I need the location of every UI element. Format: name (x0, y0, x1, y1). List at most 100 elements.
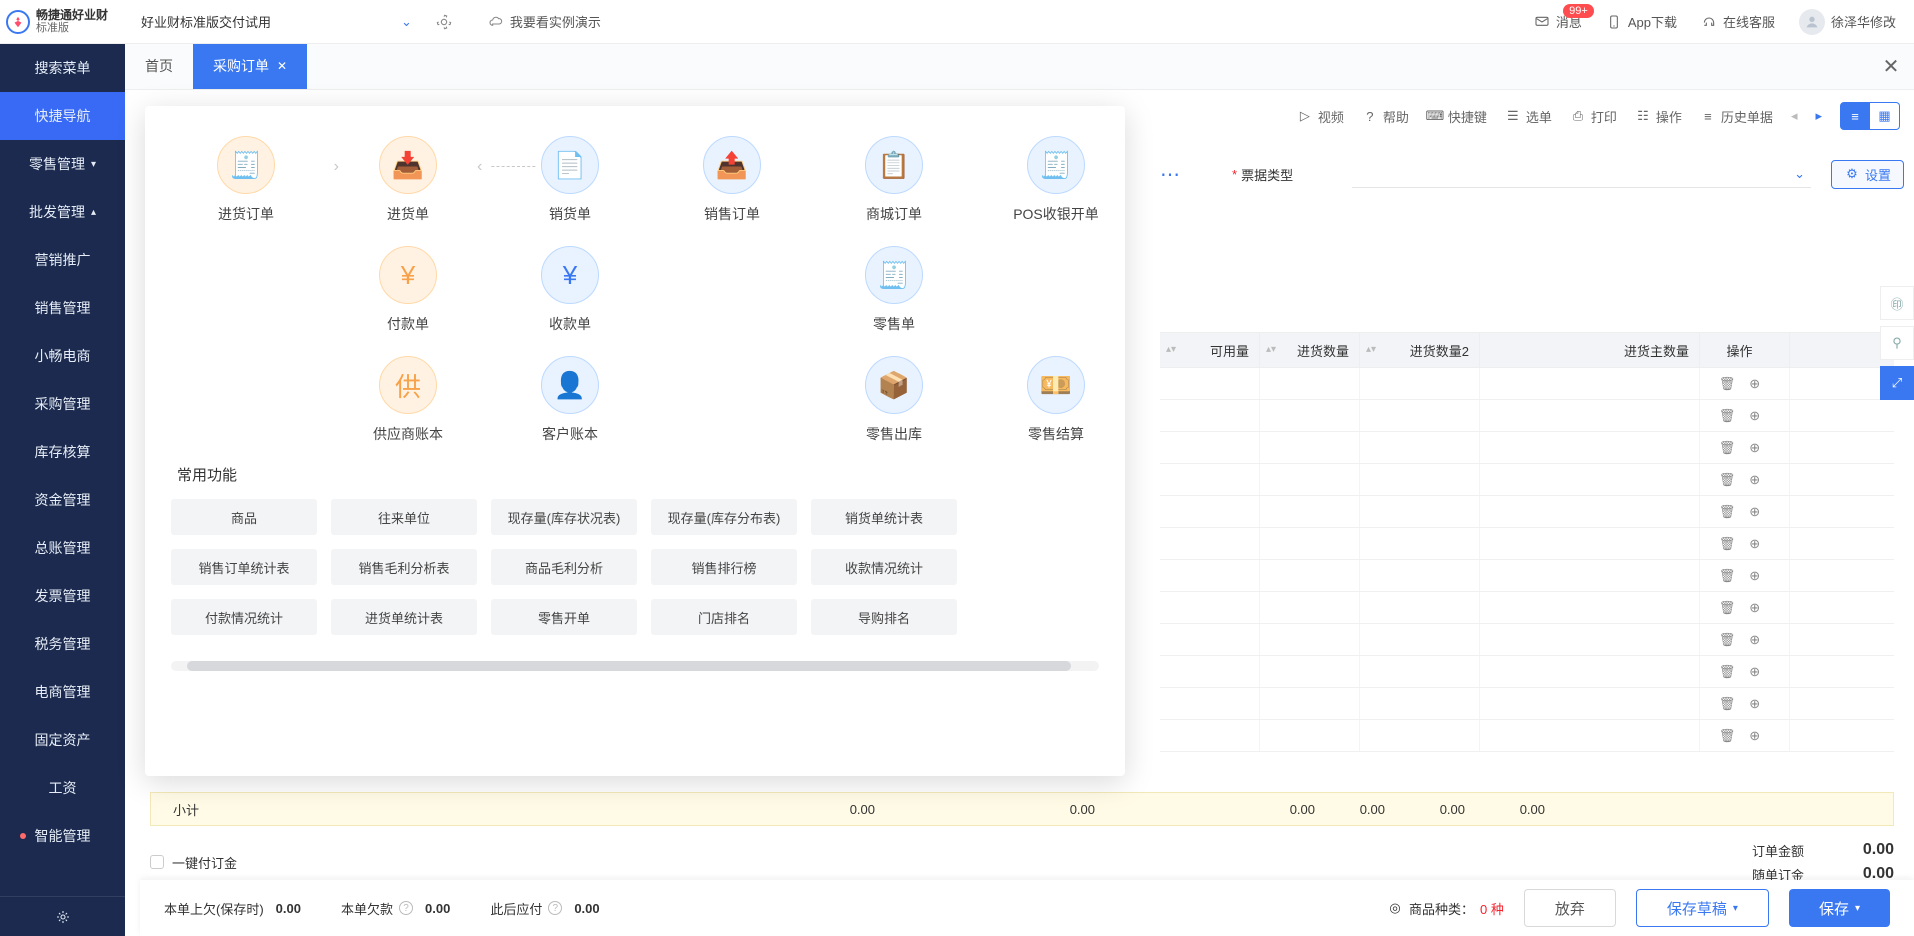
common-item[interactable]: 付款情况统计 (171, 599, 317, 635)
delete-row-icon[interactable]: 🗑 (1719, 664, 1736, 680)
help-icon[interactable]: ? (399, 901, 413, 915)
prev-doc-button[interactable]: ◂ (1791, 108, 1798, 124)
quicknav-scrollbar[interactable] (171, 661, 1099, 671)
tab-home[interactable]: 首页 (125, 43, 193, 89)
delete-row-icon[interactable]: 🗑 (1719, 504, 1736, 520)
flow-node-receipt[interactable]: ¥收款单 (495, 246, 645, 334)
sidebar-item-quicknav[interactable]: 快捷导航 (0, 92, 125, 140)
sidebar-item-tax[interactable]: 税务管理 (0, 620, 125, 668)
delete-row-icon[interactable]: 🗑 (1719, 632, 1736, 648)
dock-attach-button[interactable]: ⚲ (1880, 326, 1914, 360)
flow-node-payment[interactable]: ¥付款单 (333, 246, 483, 334)
table-row[interactable]: 🗑⊕ (1160, 624, 1894, 656)
delete-row-icon[interactable]: 🗑 (1719, 536, 1736, 552)
add-row-icon[interactable]: ⊕ (1749, 440, 1760, 456)
more-fields-button[interactable]: ⋯ (1160, 162, 1182, 187)
tool-select[interactable]: ☰选单 (1505, 107, 1552, 126)
save-draft-button[interactable]: 保存草稿▾ (1636, 889, 1769, 927)
delete-row-icon[interactable]: 🗑 (1719, 408, 1736, 424)
flow-node-retail[interactable]: 🧾零售单 (819, 246, 969, 334)
common-item[interactable]: 往来单位 (331, 499, 477, 535)
common-item[interactable]: 进货单统计表 (331, 599, 477, 635)
view-list-button[interactable]: ≡ (1840, 102, 1870, 130)
tool-history[interactable]: ≡历史单据 (1700, 107, 1773, 126)
product-selector[interactable]: 好业财标准版交付试用 ⌄ (141, 12, 412, 31)
col-available[interactable]: ▴▾可用量 (1160, 333, 1260, 367)
view-grid-button[interactable]: ▦ (1870, 102, 1900, 130)
add-row-icon[interactable]: ⊕ (1749, 600, 1760, 616)
delete-row-icon[interactable]: 🗑 (1719, 728, 1736, 744)
sidebar-item-ecommerce[interactable]: 电商管理 (0, 668, 125, 716)
common-item[interactable]: 销售毛利分析表 (331, 549, 477, 585)
sidebar-item-funds[interactable]: 资金管理 (0, 476, 125, 524)
table-row[interactable]: 🗑⊕ (1160, 496, 1894, 528)
gear-icon[interactable] (436, 14, 452, 30)
sidebar-item-invoice[interactable]: 发票管理 (0, 572, 125, 620)
delete-row-icon[interactable]: 🗑 (1719, 440, 1736, 456)
add-row-icon[interactable]: ⊕ (1749, 376, 1760, 392)
flow-node-mall-order[interactable]: 📋商城订单 (819, 136, 969, 224)
tool-video[interactable]: ▷视频 (1297, 107, 1344, 126)
table-row[interactable]: 🗑⊕ (1160, 464, 1894, 496)
add-row-icon[interactable]: ⊕ (1749, 408, 1760, 424)
table-row[interactable]: 🗑⊕ (1160, 688, 1894, 720)
delete-row-icon[interactable]: 🗑 (1719, 696, 1736, 712)
close-icon[interactable]: ✕ (277, 59, 287, 73)
sidebar-item-marketing[interactable]: 营销推广 (0, 236, 125, 284)
table-row[interactable]: 🗑⊕ (1160, 432, 1894, 464)
messages-button[interactable]: 消息 99+ (1534, 12, 1582, 31)
add-row-icon[interactable]: ⊕ (1749, 696, 1760, 712)
sidebar-item-retail[interactable]: 零售管理▾ (0, 140, 125, 188)
close-page-button[interactable]: ✕ (1868, 43, 1914, 89)
tab-purchase-order[interactable]: 采购订单 ✕ (193, 43, 307, 89)
table-row[interactable]: 🗑⊕ (1160, 720, 1894, 752)
delete-row-icon[interactable]: 🗑 (1719, 376, 1736, 392)
table-row[interactable]: 🗑⊕ (1160, 656, 1894, 688)
common-item[interactable]: 销售订单统计表 (171, 549, 317, 585)
flow-node-purchase-bill[interactable]: 📥进货单 (333, 136, 483, 224)
help-icon[interactable]: ? (548, 901, 562, 915)
col-qty[interactable]: ▴▾进货数量 (1260, 333, 1360, 367)
flow-node-retail-out[interactable]: 📦零售出库 (819, 356, 969, 444)
sidebar-search[interactable]: 搜索菜单 (0, 44, 125, 92)
add-row-icon[interactable]: ⊕ (1749, 536, 1760, 552)
sidebar-item-smart[interactable]: 智能管理 (0, 812, 125, 860)
flow-node-pos[interactable]: 🧾POS收银开单 (981, 136, 1131, 224)
flow-node-customer-ledger[interactable]: 👤客户账本 (495, 356, 645, 444)
common-item[interactable]: 商品毛利分析 (491, 549, 637, 585)
add-row-icon[interactable]: ⊕ (1749, 504, 1760, 520)
tool-help[interactable]: ?帮助 (1362, 107, 1409, 126)
tool-ops[interactable]: ☷操作 (1635, 107, 1682, 126)
abandon-button[interactable]: 放弃 (1524, 889, 1616, 927)
delete-row-icon[interactable]: 🗑 (1719, 472, 1736, 488)
common-item[interactable]: 零售开单 (491, 599, 637, 635)
sidebar-item-wholesale[interactable]: 批发管理▴ (0, 188, 125, 236)
col-mainqty[interactable]: 进货主数量 (1480, 333, 1700, 367)
app-download-button[interactable]: App下载 (1606, 12, 1677, 31)
table-row[interactable]: 🗑⊕ (1160, 592, 1894, 624)
next-doc-button[interactable]: ▸ (1815, 108, 1822, 124)
common-item[interactable]: 现存量(库存分布表) (651, 499, 797, 535)
col-qty2[interactable]: ▴▾进货数量2 (1360, 333, 1480, 367)
sidebar-item-inventory[interactable]: 库存核算 (0, 428, 125, 476)
delete-row-icon[interactable]: 🗑 (1719, 568, 1736, 584)
add-row-icon[interactable]: ⊕ (1749, 568, 1760, 584)
tool-print[interactable]: ⎙打印 (1570, 107, 1617, 126)
delete-row-icon[interactable]: 🗑 (1719, 600, 1736, 616)
save-button[interactable]: 保存▾ (1789, 889, 1890, 927)
add-row-icon[interactable]: ⊕ (1749, 728, 1760, 744)
sidebar-item-assets[interactable]: 固定资产 (0, 716, 125, 764)
sidebar-item-purchase[interactable]: 采购管理 (0, 380, 125, 428)
table-row[interactable]: 🗑⊕ (1160, 560, 1894, 592)
sidebar-item-salary[interactable]: 工资 (0, 764, 125, 812)
add-row-icon[interactable]: ⊕ (1749, 472, 1760, 488)
flow-node-purchase-order[interactable]: 🧾进货订单› (171, 136, 321, 224)
table-row[interactable]: 🗑⊕ (1160, 528, 1894, 560)
common-item[interactable]: 销货单统计表 (811, 499, 957, 535)
common-item[interactable]: 导购排名 (811, 599, 957, 635)
sidebar-item-ecom-assistant[interactable]: 小畅电商 (0, 332, 125, 380)
dock-stamp-button[interactable]: ㊞ (1880, 286, 1914, 320)
add-row-icon[interactable]: ⊕ (1749, 632, 1760, 648)
tool-shortcut[interactable]: ⌨快捷键 (1427, 107, 1487, 126)
add-row-icon[interactable]: ⊕ (1749, 664, 1760, 680)
